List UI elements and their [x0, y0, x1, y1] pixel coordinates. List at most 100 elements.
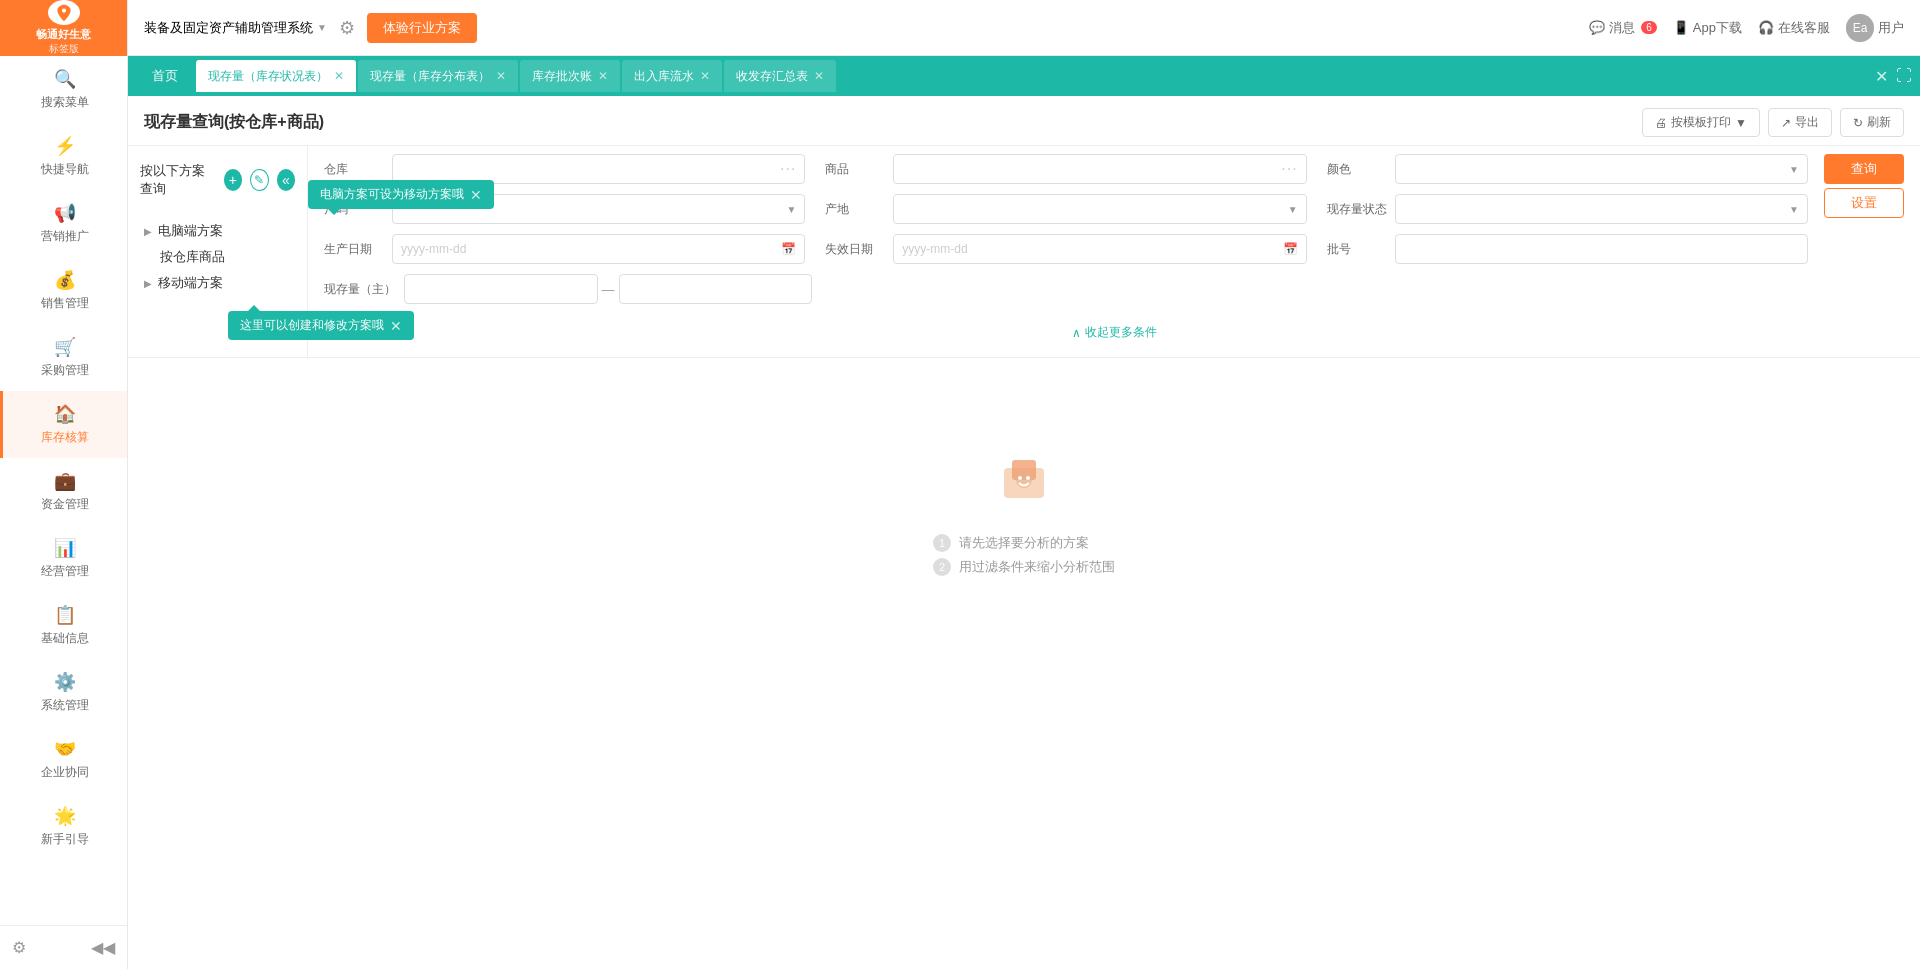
- refresh-icon: ↻: [1853, 116, 1863, 130]
- filter-row-4: 现存量（主） —: [324, 274, 1808, 304]
- ops-icon: 📊: [54, 537, 76, 559]
- step-1-num: 1: [933, 534, 951, 552]
- tab-close-all-icon[interactable]: ✕: [1875, 67, 1888, 86]
- sidebar-item-finance[interactable]: 💼 资金管理: [0, 458, 127, 525]
- scheme-item-pc[interactable]: ▶ 电脑端方案: [136, 218, 307, 244]
- search-button[interactable]: 查询: [1824, 154, 1904, 184]
- sidebar-item-basic-label: 基础信息: [41, 630, 89, 647]
- production-date-label: 生产日期: [324, 241, 384, 258]
- filter-fields: 仓库 ··· 商品 ···: [324, 154, 1808, 308]
- content-actions: 🖨 按模板打印 ▼ ↗ 导出 ↻ 刷新: [1642, 108, 1904, 137]
- tab-collect-summary[interactable]: 收发存汇总表 ✕: [724, 60, 836, 92]
- logo-icon: [48, 0, 80, 25]
- sidebar-item-marketing[interactable]: 📢 营销推广: [0, 190, 127, 257]
- tab-inventory-status[interactable]: 现存量（库存状况表） ✕: [196, 60, 356, 92]
- scheme-item-mobile[interactable]: ▶ 移动端方案: [136, 270, 307, 296]
- sidebar-nav: 🔍 搜索菜单 ⚡ 快捷导航 📢 营销推广 💰 销售管理 🛒 采购管理 🏠 库存核…: [0, 56, 127, 925]
- back-button[interactable]: «: [277, 169, 295, 191]
- filter-expiry-date: 失效日期 yyyy-mm-dd 📅: [825, 234, 1306, 264]
- empty-illustration: [984, 438, 1064, 518]
- header-left: 装备及固定资产辅助管理系统 ▼ ⚙ 体验行业方案: [144, 13, 477, 43]
- tab-batch-account[interactable]: 库存批次账 ✕: [520, 60, 620, 92]
- color-select[interactable]: ▼: [1395, 154, 1808, 184]
- export-button[interactable]: ↗ 导出: [1768, 108, 1832, 137]
- origin-select[interactable]: ▼: [893, 194, 1306, 224]
- inventory-main-to[interactable]: [619, 274, 813, 304]
- tooltip-scheme-1: 电脑方案可设为移动方案哦 ✕: [308, 180, 494, 209]
- warehouse-more-icon[interactable]: ···: [780, 160, 796, 178]
- search-icon: 🔍: [54, 68, 76, 90]
- sidebar-item-inventory[interactable]: 🏠 库存核算: [0, 391, 127, 458]
- app-logo: 畅通好生意 标签版: [0, 0, 127, 56]
- production-date-input[interactable]: yyyy-mm-dd 📅: [392, 234, 805, 264]
- inventory-main-from[interactable]: [404, 274, 598, 304]
- online-support-btn[interactable]: 🎧 在线客服: [1758, 19, 1830, 37]
- refresh-button[interactable]: ↻ 刷新: [1840, 108, 1904, 137]
- trial-button[interactable]: 体验行业方案: [367, 13, 477, 43]
- tab-inout-flow[interactable]: 出入库流水 ✕: [622, 60, 722, 92]
- inventory-status-select[interactable]: ▼: [1395, 194, 1808, 224]
- scheme-label-pc: 电脑端方案: [158, 222, 223, 240]
- reset-button[interactable]: 设置: [1824, 188, 1904, 218]
- sidebar-item-inventory-label: 库存核算: [41, 429, 89, 446]
- sidebar-item-guide-label: 新手引导: [41, 831, 89, 848]
- sidebar-item-quicknav[interactable]: ⚡ 快捷导航: [0, 123, 127, 190]
- search-btn-group: 查询 设置: [1824, 154, 1904, 218]
- filter-row-3: 生产日期 yyyy-mm-dd 📅 失效日期 yyyy-mm-dd: [324, 234, 1808, 264]
- filter-row-2: 尺码 ▼ 产地 ▼: [324, 194, 1808, 224]
- tab-close-batch-account[interactable]: ✕: [598, 69, 608, 83]
- edit-scheme-button[interactable]: ✎: [250, 169, 269, 191]
- empty-state: 1 请先选择要分析的方案 2 用过滤条件来缩小分析范围: [128, 358, 1920, 656]
- sidebar-item-sales[interactable]: 💰 销售管理: [0, 257, 127, 324]
- system-settings-icon[interactable]: ⚙: [339, 17, 355, 39]
- inventory-icon: 🏠: [54, 403, 76, 425]
- sidebar-item-guide[interactable]: 🌟 新手引导: [0, 793, 127, 860]
- sidebar-item-ops[interactable]: 📊 经营管理: [0, 525, 127, 592]
- sidebar-item-search-label: 搜索菜单: [41, 94, 89, 111]
- app-download-btn[interactable]: 📱 App下载: [1673, 19, 1742, 37]
- print-button[interactable]: 🖨 按模板打印 ▼: [1642, 108, 1760, 137]
- sidebar-item-basic[interactable]: 📋 基础信息: [0, 592, 127, 659]
- goods-more-icon[interactable]: ···: [1281, 160, 1297, 178]
- user-btn[interactable]: Ea 用户: [1846, 14, 1904, 42]
- tab-inventory-distribution[interactable]: 现存量（库存分布表） ✕: [358, 60, 518, 92]
- sidebar-item-purchase[interactable]: 🛒 采购管理: [0, 324, 127, 391]
- sidebar-item-system[interactable]: ⚙️ 系统管理: [0, 659, 127, 726]
- filter-goods: 商品 ···: [825, 154, 1306, 184]
- scheme-label-mobile: 移动端方案: [158, 274, 223, 292]
- scheme-item-pc-sub[interactable]: 按仓库商品: [136, 244, 307, 270]
- collapse-icon[interactable]: ◀◀: [91, 938, 115, 957]
- scheme-label-pc-sub: 按仓库商品: [160, 248, 225, 266]
- tab-bar-right: ✕ ⛶: [1875, 67, 1912, 86]
- tooltip-1-text: 电脑方案可设为移动方案哦: [320, 186, 464, 203]
- tab-close-inventory-status[interactable]: ✕: [334, 69, 344, 83]
- scheme-arrow-mobile: ▶: [144, 278, 152, 289]
- expiry-date-label: 失效日期: [825, 241, 885, 258]
- tab-home[interactable]: 首页: [136, 60, 194, 92]
- color-label: 颜色: [1327, 161, 1387, 178]
- sidebar-item-corp[interactable]: 🤝 企业协同: [0, 726, 127, 793]
- more-conditions-btn[interactable]: ∧ 收起更多条件: [324, 316, 1904, 349]
- tooltip-1-close[interactable]: ✕: [470, 187, 482, 203]
- system-name-dropdown[interactable]: 装备及固定资产辅助管理系统 ▼: [144, 19, 327, 37]
- inv-status-chevron-icon: ▼: [1789, 204, 1799, 215]
- app-tag: 标签版: [49, 42, 79, 56]
- sales-icon: 💰: [54, 269, 76, 291]
- settings-icon[interactable]: ⚙: [12, 938, 26, 957]
- sidebar-item-search[interactable]: 🔍 搜索菜单: [0, 56, 127, 123]
- tab-fullscreen-icon[interactable]: ⛶: [1896, 67, 1912, 85]
- goods-select[interactable]: ···: [893, 154, 1306, 184]
- tooltip-2-close[interactable]: ✕: [390, 318, 402, 334]
- add-scheme-button[interactable]: +: [224, 169, 242, 191]
- sidebar: 畅通好生意 标签版 🔍 搜索菜单 ⚡ 快捷导航 📢 营销推广 💰 销售管理 🛒 …: [0, 0, 128, 969]
- expiry-date-input[interactable]: yyyy-mm-dd 📅: [893, 234, 1306, 264]
- tab-close-inout-flow[interactable]: ✕: [700, 69, 710, 83]
- message-btn[interactable]: 💬 消息 6: [1589, 19, 1657, 37]
- sidebar-item-sales-label: 销售管理: [41, 295, 89, 312]
- tab-close-inventory-distribution[interactable]: ✕: [496, 69, 506, 83]
- tab-close-collect-summary[interactable]: ✕: [814, 69, 824, 83]
- right-filter: 仓库 ··· 商品 ···: [308, 146, 1920, 357]
- top-header: 装备及固定资产辅助管理系统 ▼ ⚙ 体验行业方案 💬 消息 6 📱 App下载 …: [128, 0, 1920, 56]
- header-right: 💬 消息 6 📱 App下载 🎧 在线客服 Ea 用户: [1589, 14, 1904, 42]
- batch-no-input[interactable]: [1395, 234, 1808, 264]
